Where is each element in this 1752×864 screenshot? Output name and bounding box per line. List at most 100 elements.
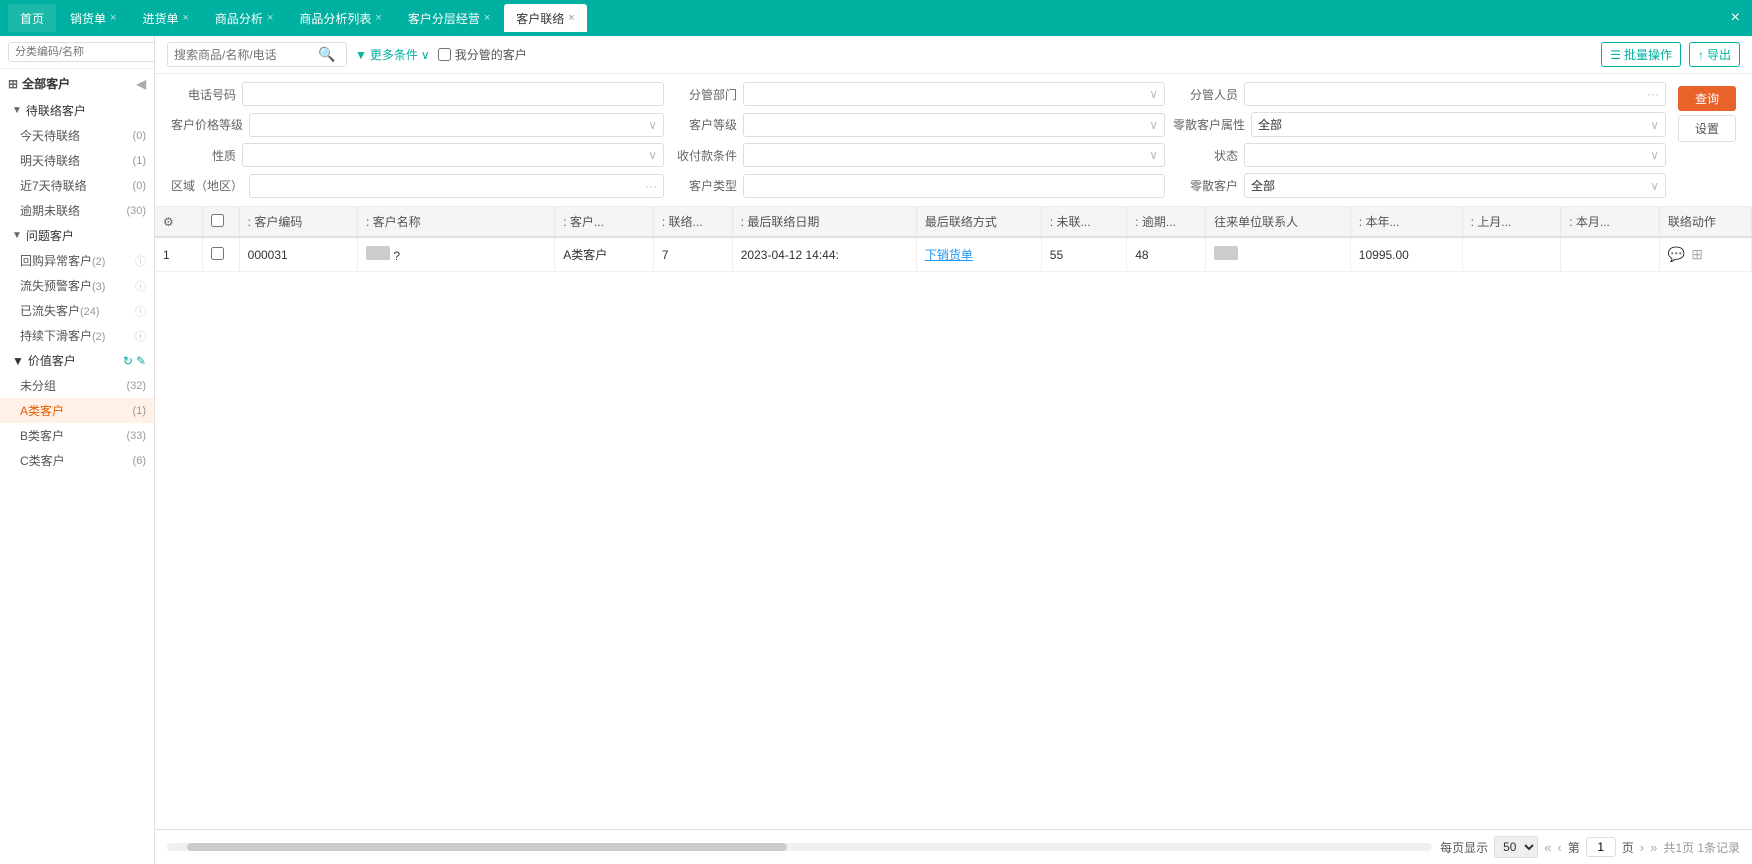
query-button[interactable]: 查询 (1678, 86, 1736, 111)
sidebar-item-repurchase-abnormal[interactable]: 回购异常客户(2) ⓘ (0, 248, 154, 273)
retail-attr-select[interactable]: 全部∨ (1251, 112, 1666, 137)
prev-page-button[interactable]: ‹ (1557, 840, 1561, 855)
table-row: 1 000031 ? A类客户 7 2023-04-12 14:44: (155, 237, 1752, 272)
col-method-header: 最后联络方式 (916, 207, 1041, 237)
first-page-button[interactable]: « (1544, 840, 1551, 855)
nature-select[interactable]: ∨ (242, 143, 664, 167)
tab-sales[interactable]: 销货单 × (58, 4, 128, 32)
sidebar-item-tomorrow-contact[interactable]: 明天待联络 (1) (0, 148, 154, 173)
sidebar-group-pending[interactable]: ▼ 待联络客户 (0, 98, 154, 123)
col-settings[interactable]: ⚙ (155, 207, 202, 237)
value-refresh-icon[interactable]: ↻ (123, 354, 133, 368)
sidebar-item-loss-warning[interactable]: 流失预警客户(3) ⓘ (0, 273, 154, 298)
payment-select[interactable]: ∨ (743, 143, 1165, 167)
filter-customer-type: 客户类型 (672, 173, 1165, 198)
select-all-checkbox[interactable] (211, 214, 224, 227)
filter-retail-customer: 零散客户 全部∨ (1173, 173, 1666, 198)
export-button[interactable]: ↑ 导出 (1689, 42, 1740, 67)
filter-search-icon[interactable]: 🔍 (318, 46, 335, 63)
payment-arrow-icon: ∨ (1149, 148, 1158, 162)
page-number-input[interactable] (1586, 837, 1616, 857)
tab-customer-contact[interactable]: 客户联络 × (504, 4, 586, 32)
filter-phone: 电话号码 (171, 82, 664, 106)
declining-info-icon: ⓘ (135, 328, 146, 344)
close-goods-list-tab[interactable]: × (375, 12, 381, 24)
my-customer-filter[interactable]: 我分管的客户 (438, 46, 527, 63)
row-name: ? (357, 237, 554, 272)
col-thisyear-header: : 本年... (1350, 207, 1462, 237)
filter-customer-level: 客户等级 ∨ (672, 112, 1165, 137)
close-customer-segment-tab[interactable]: × (484, 12, 490, 24)
last-contact-link[interactable]: 下销货单 (925, 248, 973, 262)
loss-info-icon: ⓘ (135, 278, 146, 294)
sidebar-item-lost[interactable]: 已流失客户(24) ⓘ (0, 298, 154, 323)
data-table: ⚙ : 客户编码 : 客户名称 : 客户... : 联络... : 最后联络日期… (155, 207, 1752, 272)
sidebar-item-week-contact[interactable]: 近7天待联络 (0) (0, 173, 154, 198)
close-customer-contact-tab[interactable]: × (568, 12, 574, 24)
retail-customer-arrow-icon: ∨ (1650, 179, 1659, 193)
horizontal-scrollbar[interactable] (167, 843, 1432, 851)
chat-icon[interactable]: 💬 (1668, 246, 1685, 263)
filter-search-input[interactable] (174, 48, 314, 62)
close-sales-tab[interactable]: × (110, 12, 116, 24)
tab-home[interactable]: 首页 (8, 4, 56, 32)
more-actions-icon[interactable]: ⊞ (1691, 246, 1703, 263)
tab-purchase[interactable]: 进货单 × (130, 4, 200, 32)
sidebar-item-a-class[interactable]: A类客户 (1) (0, 398, 154, 423)
sidebar-search-input[interactable] (8, 42, 155, 62)
row-this-year: 10995.00 (1350, 237, 1462, 272)
sidebar-item-ungrouped[interactable]: 未分组 (32) (0, 373, 154, 398)
sidebar-item-overdue-contact[interactable]: 逾期未联络 (30) (0, 198, 154, 223)
lost-info-icon: ⓘ (135, 303, 146, 319)
batch-operation-button[interactable]: ☰ 批量操作 (1601, 42, 1681, 67)
row-checkbox[interactable] (211, 247, 224, 260)
sidebar-item-b-class[interactable]: B类客户 (33) (0, 423, 154, 448)
window-close-button[interactable]: × (1727, 5, 1744, 31)
sidebar-collapse-icon[interactable]: ◀ (137, 77, 146, 91)
sidebar-item-c-class[interactable]: C类客户 (6) (0, 448, 154, 473)
sidebar-all-customers[interactable]: ⊞ 全部客户 ◀ (0, 69, 154, 98)
status-select[interactable]: ∨ (1244, 143, 1666, 167)
table-area: ⚙ : 客户编码 : 客户名称 : 客户... : 联络... : 最后联络日期… (155, 207, 1752, 829)
filter-status: 状态 ∨ (1173, 143, 1666, 167)
close-goods-analysis-tab[interactable]: × (267, 12, 273, 24)
next-page-button[interactable]: › (1640, 840, 1644, 855)
sidebar-item-today-contact[interactable]: 今天待联络 (0) (0, 123, 154, 148)
filter-person: 分管人员 ··· (1173, 82, 1666, 106)
sidebar-item-declining[interactable]: 持续下滑客户(2) ⓘ (0, 323, 154, 348)
tab-customer-segment[interactable]: 客户分层经营 × (396, 4, 502, 32)
row-check[interactable] (202, 237, 239, 272)
customer-level-select[interactable]: ∨ (743, 113, 1165, 137)
retail-customer-select[interactable]: 全部∨ (1244, 173, 1666, 198)
setting-button[interactable]: 设置 (1678, 115, 1736, 142)
row-last-contact-method[interactable]: 下销货单 (916, 237, 1041, 272)
phone-input[interactable] (242, 82, 664, 106)
main-content: 🔍 ▼ 更多条件 ∨ 我分管的客户 ☰ 批量操作 ↑ 导出 (155, 36, 1752, 864)
filter-toolbar: 🔍 ▼ 更多条件 ∨ 我分管的客户 ☰ 批量操作 ↑ 导出 (155, 36, 1752, 74)
my-customer-checkbox[interactable] (438, 48, 451, 61)
table-settings-gear-icon[interactable]: ⚙ (163, 215, 174, 229)
last-page-button[interactable]: » (1650, 840, 1657, 855)
tab-goods-analysis[interactable]: 商品分析 × (203, 4, 285, 32)
filter-more-conditions[interactable]: ▼ 更多条件 ∨ (355, 46, 430, 63)
dept-select[interactable]: ∨ (743, 82, 1165, 106)
scrollbar-thumb[interactable] (187, 843, 787, 851)
pending-triangle-icon: ▼ (12, 105, 22, 116)
sidebar: 🔍 ⊞ 全部客户 ◀ ▼ 待联络客户 今天待联络 (0) 明天待联络 (1) 近… (0, 36, 155, 864)
page-label: 第 (1568, 839, 1580, 856)
tab-goods-list[interactable]: 商品分析列表 × (287, 4, 393, 32)
person-input[interactable]: ··· (1244, 82, 1666, 106)
value-edit-icon[interactable]: ✎ (136, 354, 146, 368)
col-lastmonth-header: : 上月... (1462, 207, 1561, 237)
row-company-person (1206, 237, 1351, 272)
price-level-select[interactable]: ∨ (249, 113, 664, 137)
filter-dept: 分管部门 ∨ (672, 82, 1165, 106)
sidebar-group-problem[interactable]: ▼ 问题客户 (0, 223, 154, 248)
region-input[interactable]: ··· (249, 174, 664, 198)
row-overdue-days: 48 (1127, 237, 1206, 272)
sidebar-group-value[interactable]: ▼ 价值客户 ↻ ✎ (0, 348, 154, 373)
per-page-select[interactable]: 50 (1494, 836, 1538, 858)
close-purchase-tab[interactable]: × (182, 12, 188, 24)
customer-type-input[interactable] (743, 174, 1165, 198)
col-thismonth-header: : 本月... (1561, 207, 1660, 237)
